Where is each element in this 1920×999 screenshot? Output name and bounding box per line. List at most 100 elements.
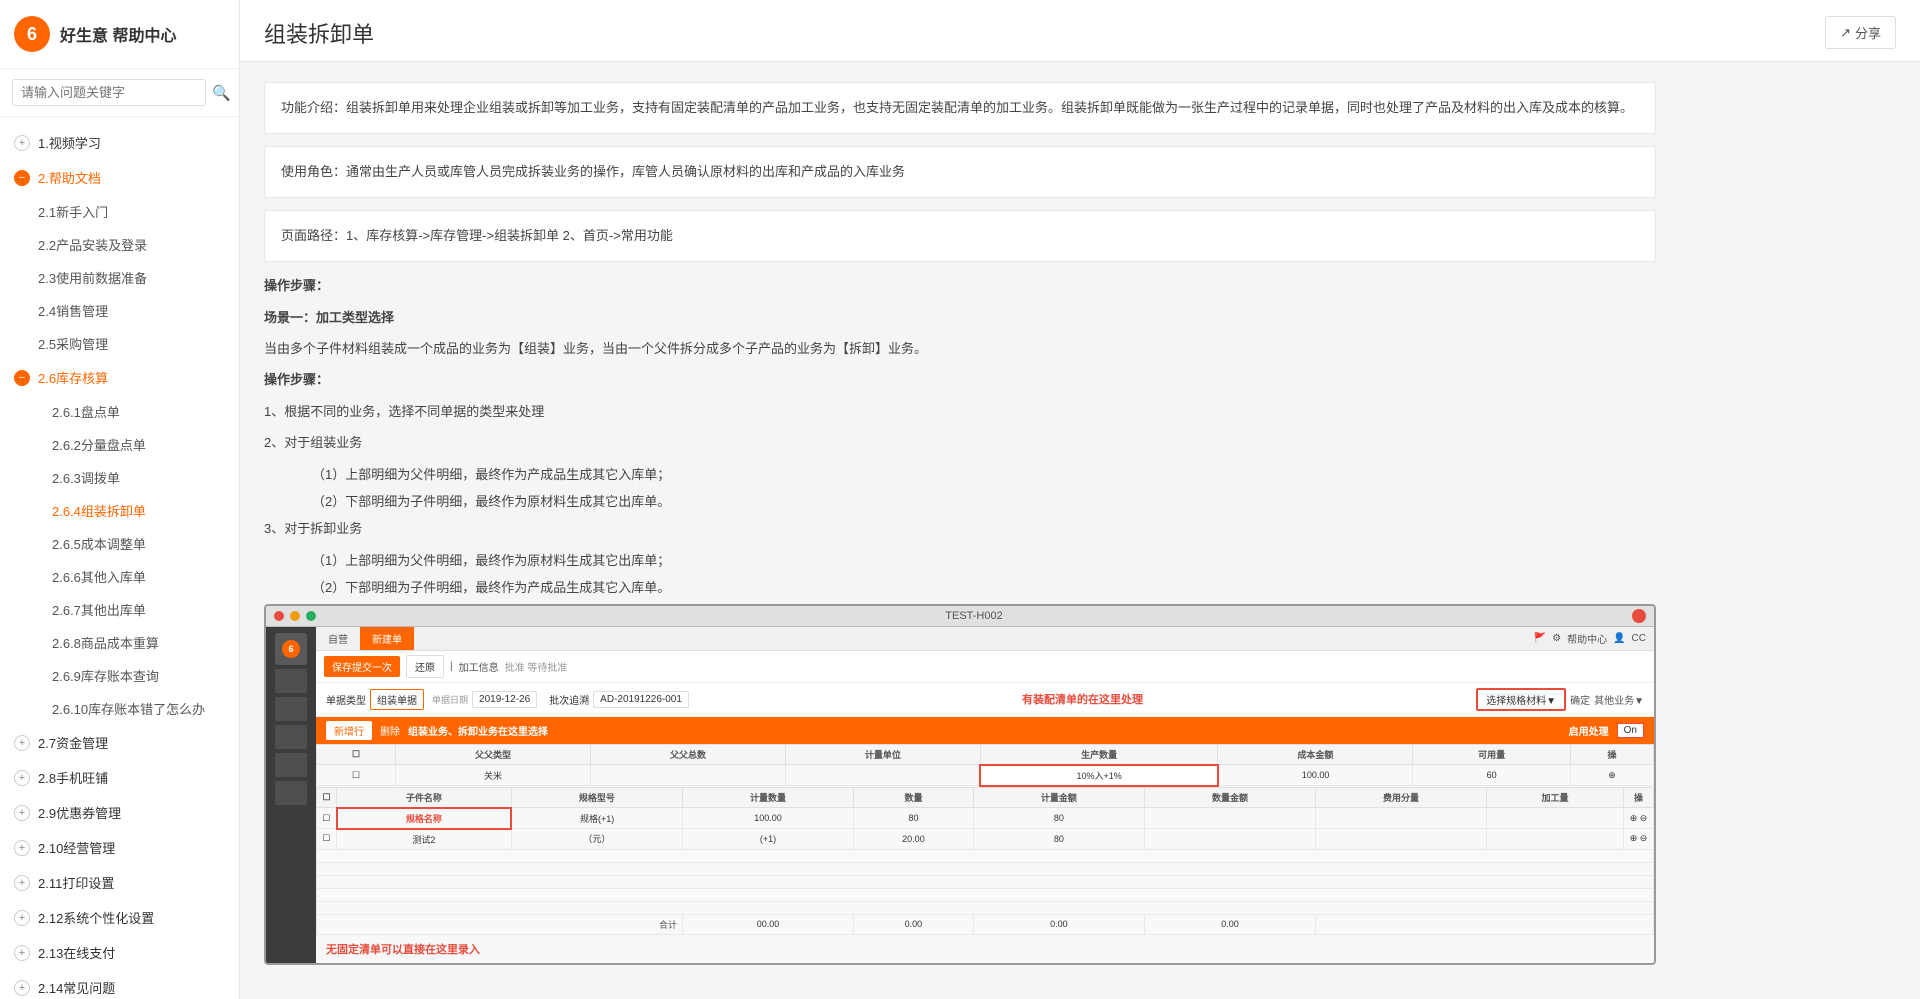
app-btn-other-actions[interactable]: 其他业务▼ [1594, 692, 1644, 707]
sidebar-item-2-2[interactable]: 2.2产品安装及登录 [0, 228, 239, 261]
row-checkbox[interactable]: ☐ [317, 765, 396, 786]
sidebar-item-2-6-3[interactable]: 2.6.3调拨单 [0, 461, 239, 494]
row-prod-qty[interactable]: 10%入+1% [980, 765, 1218, 786]
lower-table-footer: 合计 00.00 0.00 0.00 0.00 [317, 914, 1654, 934]
sidebar-item-2-11[interactable]: + 2.11打印设置 [0, 865, 239, 900]
app-btn-confirm[interactable]: 确定 [1570, 692, 1590, 707]
form-label-type: 单据类型 [326, 692, 366, 707]
app-btn-restore[interactable]: 还原 [406, 655, 444, 678]
sidebar-item-2-8[interactable]: + 2.8手机旺铺 [0, 760, 239, 795]
share-button[interactable]: ↗ 分享 [1825, 16, 1896, 49]
sidebar-item-2-7[interactable]: + 2.7资金管理 [0, 725, 239, 760]
app-sidebar-icon-5[interactable] [275, 753, 307, 777]
step2-2: （2）下部明细为子件明细，最终作为原材料生成其它出库单。 [264, 490, 1656, 513]
row-ops[interactable]: ⊕ [1570, 765, 1653, 786]
sidebar-nav: + 1.视频学习 − 2.帮助文档 2.1新手入门 2.2产品安装及登录 2.3… [0, 117, 239, 999]
sidebar-item-video[interactable]: + 1.视频学习 [0, 125, 239, 160]
lcol-spec: 规格型号 [511, 787, 682, 808]
app-screenshot: TEST-H002 6 [264, 604, 1656, 965]
app-tab-zizying[interactable]: 自营 [316, 627, 360, 650]
table-row: ☐ 测试2 （元） (+1) 20.00 80 [317, 829, 1654, 850]
search-icon[interactable]: 🔍 [212, 84, 231, 102]
lrow-ops-1[interactable]: ⊕ ⊖ [1624, 808, 1654, 829]
steps-intro-label: 操作步骤： [264, 372, 329, 387]
sidebar-item-2-6-10[interactable]: 2.6.10库存账本错了怎么办 [0, 692, 239, 725]
app-btn-add-row[interactable]: 新增行 [326, 721, 372, 740]
col-header-prod-qty: 生产数量 [980, 744, 1218, 765]
sidebar-item-2-5[interactable]: 2.5采购管理 [0, 327, 239, 360]
sidebar-item-docs[interactable]: − 2.帮助文档 [0, 160, 239, 195]
sidebar-item-2-14[interactable]: + 2.14常见问题 [0, 970, 239, 999]
row-available: 60 [1413, 765, 1571, 786]
table-row: ☐ 规格名称 规格(+1) 100.00 80 80 [317, 808, 1654, 829]
sidebar-logo: 6 好生意 帮助中心 [0, 0, 239, 69]
window-maximize-btn[interactable] [306, 611, 316, 621]
row-cost: 100.00 [1218, 765, 1413, 786]
col-header-ops: 操 [1570, 744, 1653, 765]
app-sidebar-icon-4[interactable] [275, 725, 307, 749]
app-sidebar-icon-2[interactable] [275, 669, 307, 693]
app-btn-delete[interactable]: 删除 [380, 723, 400, 738]
sidebar-item-2-3[interactable]: 2.3使用前数据准备 [0, 261, 239, 294]
step3-2: （2）下部明细为子件明细，最终作为产成品生成其它入库单。 [264, 576, 1656, 599]
window-minimize-btn[interactable] [290, 611, 300, 621]
footer-amt2: 0.00 [973, 914, 1144, 934]
app-logo-small: 6 [282, 640, 300, 658]
expand-icon-2-14: + [14, 980, 30, 996]
app-tab-new[interactable]: 新建单 [360, 627, 414, 650]
sidebar-item-2-10[interactable]: + 2.10经营管理 [0, 830, 239, 865]
app-sidebar-icon-1[interactable]: 6 [275, 633, 307, 665]
row-parent-total [591, 765, 786, 786]
lcol-ops: 操 [1624, 787, 1654, 808]
intro-block-1: 功能介绍：组装拆卸单用来处理企业组装或拆卸等加工业务，支持有固定装配清单的产品加… [264, 82, 1656, 134]
lcol-amount: 数量金额 [1144, 787, 1315, 808]
sidebar-item-2-6-5[interactable]: 2.6.5成本调整单 [0, 527, 239, 560]
col-header-unit: 计量单位 [785, 744, 980, 765]
lrow-checkbox-2[interactable]: ☐ [317, 829, 337, 850]
app-toggle-enable[interactable]: On [1617, 723, 1644, 738]
app-body: 6 自营 新建单 [266, 627, 1654, 963]
app-sidebar-icon-6[interactable] [275, 781, 307, 805]
step3-1: （1）上部明细为父件明细，最终作为原材料生成其它出库单； [264, 549, 1656, 572]
sidebar-item-2-6-9[interactable]: 2.6.9库存账本查询 [0, 659, 239, 692]
table-row: ☐ 关米 10%入+1% 100.00 60 ⊕ [317, 765, 1654, 786]
step3: 3、对于拆卸业务 [264, 517, 1656, 540]
lcol-qty-unit: 计量数量 [682, 787, 853, 808]
steps-container: 操作步骤： 场景一：加工类型选择 当由多个子件材料组装成一个成品的业务为【组装】… [264, 274, 1656, 599]
sidebar-item-2-6[interactable]: − 2.6库存核算 [0, 360, 239, 395]
lrow-ops-2[interactable]: ⊕ ⊖ [1624, 829, 1654, 850]
form-value-date[interactable]: 2019-12-26 [472, 691, 537, 708]
window-close-btn[interactable] [274, 611, 284, 621]
sidebar-item-2-6-8[interactable]: 2.6.8商品成本重算 [0, 626, 239, 659]
app-btn-save-submit[interactable]: 保存提交一次 [324, 656, 400, 677]
app-form-field-batch: 批次追溯 AD-20191226-001 [549, 691, 689, 708]
sidebar-item-2-6-7[interactable]: 2.6.7其他出库单 [0, 593, 239, 626]
sidebar-label-2-8: 2.8手机旺铺 [38, 768, 108, 787]
sidebar-item-2-6-6[interactable]: 2.6.6其他入库单 [0, 560, 239, 593]
sidebar-item-2-6-4[interactable]: 2.6.4组装拆卸单 [0, 494, 239, 527]
app-lower-table-container: ☐ 子件名称 规格型号 计量数量 数量 计量金额 数量金额 费用分量 加工量 [316, 787, 1654, 963]
lrow-checkbox-1[interactable]: ☐ [317, 808, 337, 829]
sidebar-item-2-6-2[interactable]: 2.6.2分量盘点单 [0, 428, 239, 461]
app-close-icon[interactable] [1632, 609, 1646, 623]
annotation-biz-type: 组装业务、拆卸业务在这里选择 [408, 723, 548, 738]
form-value-batch[interactable]: AD-20191226-001 [593, 691, 689, 708]
lrow-qty-2: 20.00 [854, 829, 974, 850]
expand-icon-2-10: + [14, 840, 30, 856]
sidebar-item-2-6-1[interactable]: 2.6.1盘点单 [0, 395, 239, 428]
form-value-type[interactable]: 组装单据 [370, 689, 424, 710]
sidebar-item-2-1[interactable]: 2.1新手入门 [0, 195, 239, 228]
lcol-amount-unit: 计量金额 [973, 787, 1144, 808]
sidebar-item-2-9[interactable]: + 2.9优惠券管理 [0, 795, 239, 830]
app-sub-toolbar: 新增行 删除 组装业务、拆卸业务在这里选择 启用处理 On [316, 717, 1654, 744]
sidebar-item-2-4[interactable]: 2.4销售管理 [0, 294, 239, 327]
app-btn-select-spec[interactable]: 选择规格材料▼ [1476, 688, 1566, 711]
search-input[interactable] [12, 79, 206, 106]
sidebar-label-2-6: 2.6库存核算 [38, 368, 108, 387]
app-tab-right: 🚩 ⚙ 帮助中心 👤 CC [1526, 627, 1654, 650]
app-toolbar-approve-info: 批准 等待批准 [505, 659, 568, 674]
sidebar-item-2-12[interactable]: + 2.12系统个性化设置 [0, 900, 239, 935]
logo-icon: 6 [14, 16, 50, 52]
app-sidebar-icon-3[interactable] [275, 697, 307, 721]
sidebar-item-2-13[interactable]: + 2.13在线支付 [0, 935, 239, 970]
